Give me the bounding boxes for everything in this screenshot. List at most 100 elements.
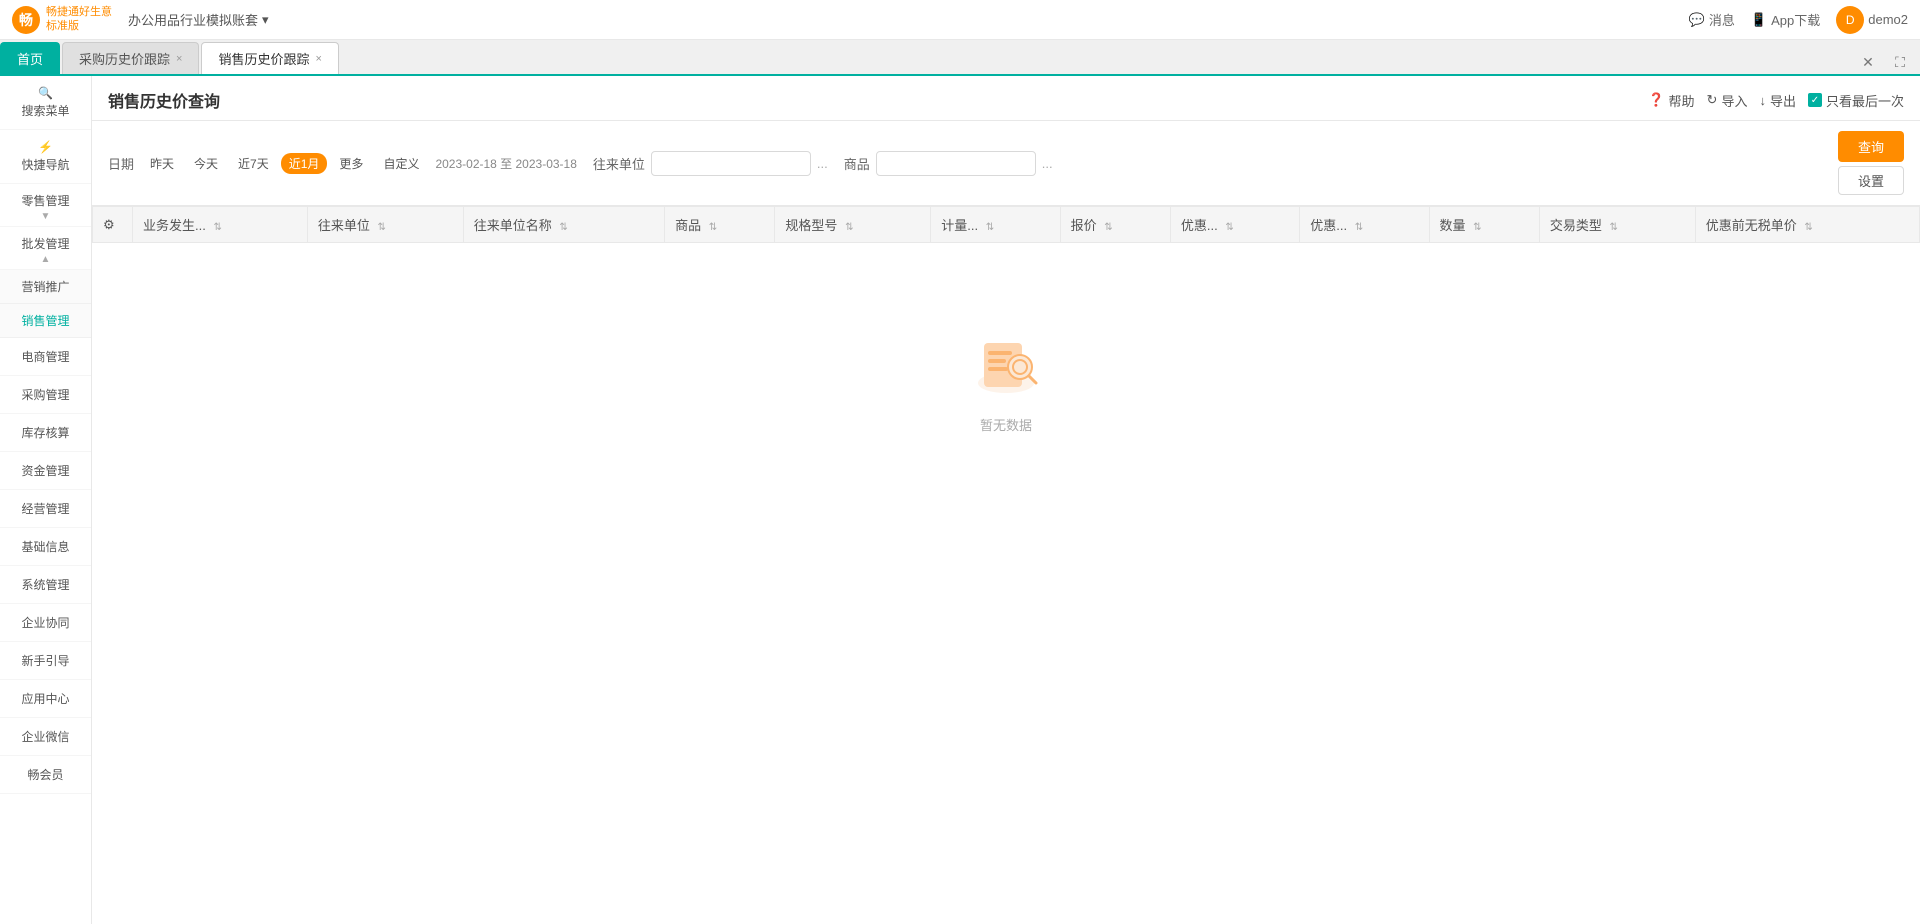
sidebar-sub-sales-mgmt[interactable]: 销售管理 bbox=[0, 304, 91, 338]
col-quote[interactable]: 报价 ⇅ bbox=[1060, 207, 1170, 243]
partner-filter-group: 往来单位 ... bbox=[593, 151, 828, 176]
page-actions: ❓ 帮助 ↻ 导入 ↓ 导出 ✓ 只看最后一次 bbox=[1648, 91, 1904, 110]
page-header: 销售历史价查询 ❓ 帮助 ↻ 导入 ↓ 导出 ✓ 只看最后一次 bbox=[92, 76, 1920, 121]
tab-close-purchase[interactable]: × bbox=[176, 53, 182, 65]
col-goods[interactable]: 商品 ⇅ bbox=[665, 207, 775, 243]
sidebar-item-wholesale[interactable]: 批发管理 ▲ bbox=[0, 227, 91, 270]
import-button[interactable]: ↻ 导入 bbox=[1707, 91, 1748, 110]
tab-close-sales[interactable]: × bbox=[315, 53, 321, 65]
sidebar-item-system[interactable]: 系统管理 bbox=[0, 566, 91, 604]
goods-filter-group: 商品 ... bbox=[844, 151, 1053, 176]
sort-icon: ⇅ bbox=[559, 222, 567, 233]
table-header: ⚙ 业务发生... ⇅ 往来单位 ⇅ 往来单位名称 ⇅ bbox=[93, 207, 1920, 243]
col-discount1[interactable]: 优惠... ⇅ bbox=[1170, 207, 1299, 243]
date-range-display: 2023-02-18 至 2023-03-18 bbox=[435, 155, 576, 172]
close-tab-action[interactable]: ✕ bbox=[1856, 50, 1880, 74]
sidebar-item-retail[interactable]: 零售管理 ▼ bbox=[0, 184, 91, 227]
col-trans-type[interactable]: 交易类型 ⇅ bbox=[1539, 207, 1695, 243]
sidebar-item-shortcut[interactable]: ⚡ 快捷导航 bbox=[0, 130, 91, 184]
date-btn-7days[interactable]: 近7天 bbox=[230, 153, 277, 174]
date-filter-group: 日期 昨天 今天 近7天 近1月 更多 自定义 2023-02-18 至 202… bbox=[108, 153, 577, 174]
tab-bar: 首页 采购历史价跟踪 × 销售历史价跟踪 × ✕ ⛶ bbox=[0, 40, 1920, 76]
partner-label: 往来单位 bbox=[593, 154, 645, 173]
sidebar-item-app-center[interactable]: 应用中心 bbox=[0, 680, 91, 718]
maximize-tab-action[interactable]: ⛶ bbox=[1888, 50, 1912, 74]
chevron-down-icon: ▼ bbox=[41, 211, 51, 222]
date-btn-1month[interactable]: 近1月 bbox=[281, 153, 328, 174]
date-btn-yesterday[interactable]: 昨天 bbox=[142, 153, 182, 174]
data-table: ⚙ 业务发生... ⇅ 往来单位 ⇅ 往来单位名称 ⇅ bbox=[92, 206, 1920, 243]
settings-button[interactable]: 设置 bbox=[1838, 166, 1904, 195]
download-icon: 📱 bbox=[1751, 12, 1767, 28]
tab-actions: ✕ ⛶ bbox=[1856, 50, 1920, 74]
tab-purchase[interactable]: 采购历史价跟踪 × bbox=[62, 42, 199, 74]
goods-dots[interactable]: ... bbox=[1042, 156, 1053, 171]
app-download-button[interactable]: 📱 App下载 bbox=[1751, 10, 1820, 29]
app-selector[interactable]: 办公用品行业模拟账套 ▾ bbox=[120, 10, 277, 29]
col-biz-date[interactable]: 业务发生... ⇅ bbox=[133, 207, 308, 243]
sidebar-item-operations[interactable]: 经营管理 bbox=[0, 490, 91, 528]
col-partner-name[interactable]: 往来单位名称 ⇅ bbox=[463, 207, 664, 243]
sort-icon: ⇅ bbox=[1610, 222, 1618, 233]
help-icon: ❓ bbox=[1648, 92, 1664, 108]
date-btn-today[interactable]: 今天 bbox=[186, 153, 226, 174]
content-area: 销售历史价查询 ❓ 帮助 ↻ 导入 ↓ 导出 ✓ 只看最后一次 bbox=[92, 76, 1920, 924]
sidebar: 🔍 搜索菜单 ⚡ 快捷导航 零售管理 ▼ 批发管理 ▲ 营销推广 销售管理 电商… bbox=[0, 76, 92, 924]
only-last-checkbox[interactable]: ✓ 只看最后一次 bbox=[1808, 91, 1904, 110]
goods-label: 商品 bbox=[844, 154, 870, 173]
empty-text: 暂无数据 bbox=[980, 415, 1032, 434]
col-unit[interactable]: 计量... ⇅ bbox=[931, 207, 1060, 243]
sidebar-item-purchase[interactable]: 采购管理 bbox=[0, 376, 91, 414]
sidebar-item-search[interactable]: 🔍 搜索菜单 bbox=[0, 76, 91, 130]
sidebar-item-newbie[interactable]: 新手引导 bbox=[0, 642, 91, 680]
date-buttons: 昨天 今天 近7天 近1月 更多 自定义 bbox=[142, 153, 427, 174]
sidebar-item-ecommerce[interactable]: 电商管理 bbox=[0, 338, 91, 376]
help-button[interactable]: ❓ 帮助 bbox=[1648, 91, 1694, 110]
top-bar-left: 畅 畅捷通好生意 标准版 办公用品行业模拟账套 ▾ bbox=[12, 6, 277, 34]
sort-icon: ⇅ bbox=[377, 222, 385, 233]
tab-sales[interactable]: 销售历史价跟踪 × bbox=[201, 42, 338, 74]
goods-input[interactable] bbox=[876, 151, 1036, 176]
col-pretax-price[interactable]: 优惠前无税单价 ⇅ bbox=[1695, 207, 1919, 243]
table-header-row: ⚙ 业务发生... ⇅ 往来单位 ⇅ 往来单位名称 ⇅ bbox=[93, 207, 1920, 243]
export-icon: ↓ bbox=[1759, 93, 1766, 108]
partner-input[interactable] bbox=[651, 151, 811, 176]
date-label: 日期 bbox=[108, 154, 134, 173]
sort-icon: ⇅ bbox=[1804, 222, 1812, 233]
col-discount2[interactable]: 优惠... ⇅ bbox=[1300, 207, 1429, 243]
partner-dots[interactable]: ... bbox=[817, 156, 828, 171]
sidebar-item-basic-info[interactable]: 基础信息 bbox=[0, 528, 91, 566]
sidebar-sub-marketing[interactable]: 营销推广 bbox=[0, 270, 91, 304]
sidebar-item-inventory[interactable]: 库存核算 bbox=[0, 414, 91, 452]
avatar: D bbox=[1836, 6, 1864, 34]
export-button[interactable]: ↓ 导出 bbox=[1759, 91, 1796, 110]
table-area: ⚙ 业务发生... ⇅ 往来单位 ⇅ 往来单位名称 ⇅ bbox=[92, 206, 1920, 924]
sidebar-item-vip[interactable]: 畅会员 bbox=[0, 756, 91, 794]
import-icon: ↻ bbox=[1707, 92, 1718, 108]
sort-icon: ⇅ bbox=[1104, 222, 1112, 233]
date-btn-custom[interactable]: 自定义 bbox=[375, 153, 427, 174]
user-menu[interactable]: D demo2 bbox=[1836, 6, 1908, 34]
sort-icon: ⇅ bbox=[1473, 222, 1481, 233]
logo-icon: 畅 bbox=[12, 6, 40, 34]
col-qty[interactable]: 数量 ⇅ bbox=[1429, 207, 1539, 243]
date-btn-more[interactable]: 更多 bbox=[331, 153, 371, 174]
settings-icon[interactable]: ⚙ bbox=[103, 217, 115, 232]
chevron-down-icon: ▾ bbox=[262, 12, 269, 28]
sidebar-item-finance[interactable]: 资金管理 bbox=[0, 452, 91, 490]
col-partner-code[interactable]: 往来单位 ⇅ bbox=[307, 207, 463, 243]
tab-home[interactable]: 首页 bbox=[0, 42, 60, 74]
checkbox-checked-icon: ✓ bbox=[1808, 93, 1822, 107]
top-bar-right: 💬 消息 📱 App下载 D demo2 bbox=[1689, 6, 1908, 34]
message-button[interactable]: 💬 消息 bbox=[1689, 10, 1735, 29]
col-spec[interactable]: 规格型号 ⇅ bbox=[775, 207, 931, 243]
filter-area: 日期 昨天 今天 近7天 近1月 更多 自定义 2023-02-18 至 202… bbox=[92, 121, 1920, 206]
empty-icon bbox=[966, 323, 1046, 403]
sort-icon: ⇅ bbox=[986, 222, 994, 233]
sidebar-item-enterprise[interactable]: 企业协同 bbox=[0, 604, 91, 642]
logo-area: 畅 畅捷通好生意 标准版 bbox=[12, 6, 112, 34]
sidebar-item-wechat[interactable]: 企业微信 bbox=[0, 718, 91, 756]
main-layout: 🔍 搜索菜单 ⚡ 快捷导航 零售管理 ▼ 批发管理 ▲ 营销推广 销售管理 电商… bbox=[0, 76, 1920, 924]
query-button[interactable]: 查询 bbox=[1838, 131, 1904, 162]
shortcut-icon: ⚡ bbox=[38, 140, 53, 154]
